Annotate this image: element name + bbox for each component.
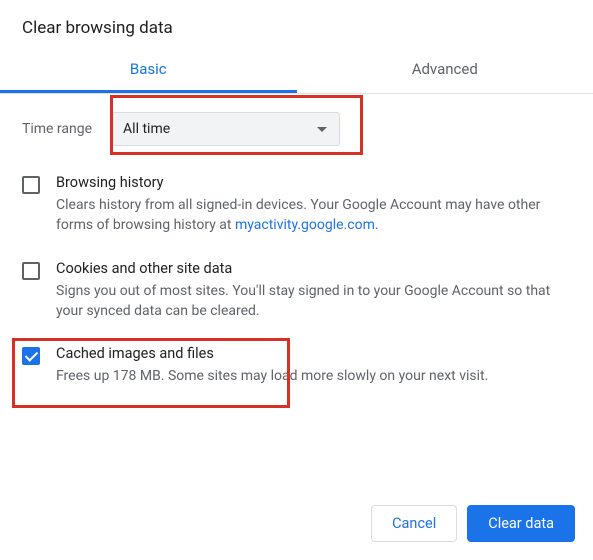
- option-title: Browsing history: [56, 174, 571, 191]
- clear-data-button[interactable]: Clear data: [467, 505, 575, 542]
- checkbox-browsing-history[interactable]: [22, 176, 40, 194]
- tab-bar: Basic Advanced: [0, 48, 593, 94]
- clear-browsing-data-dialog: Clear browsing data Basic Advanced Time …: [0, 0, 593, 386]
- checkbox-cookies[interactable]: [22, 262, 40, 280]
- option-desc: Signs you out of most sites. You'll stay…: [56, 281, 571, 322]
- time-range-row: Time range All time: [22, 112, 571, 146]
- tab-advanced[interactable]: Advanced: [297, 48, 593, 93]
- option-browsing-history: Browsing history Clears history from all…: [22, 174, 571, 236]
- time-range-select[interactable]: All time: [110, 112, 340, 146]
- myactivity-link[interactable]: myactivity.google.com: [235, 217, 375, 233]
- option-cache: Cached images and files Frees up 178 MB.…: [22, 345, 571, 386]
- option-cookies: Cookies and other site data Signs you ou…: [22, 260, 571, 322]
- option-desc: Frees up 178 MB. Some sites may load mor…: [56, 366, 571, 386]
- dialog-title: Clear browsing data: [0, 0, 593, 48]
- option-title: Cookies and other site data: [56, 260, 571, 277]
- chevron-down-icon: [317, 127, 327, 132]
- checkbox-cache[interactable]: [22, 347, 40, 365]
- time-range-label: Time range: [22, 121, 92, 137]
- option-title: Cached images and files: [56, 345, 571, 362]
- option-desc: Clears history from all signed-in device…: [56, 195, 571, 236]
- dialog-footer: Cancel Clear data: [371, 505, 575, 542]
- time-range-value: All time: [123, 121, 170, 137]
- cancel-button[interactable]: Cancel: [371, 505, 457, 542]
- tab-basic[interactable]: Basic: [0, 48, 297, 93]
- dialog-body: Time range All time Browsing history Cle…: [0, 94, 593, 386]
